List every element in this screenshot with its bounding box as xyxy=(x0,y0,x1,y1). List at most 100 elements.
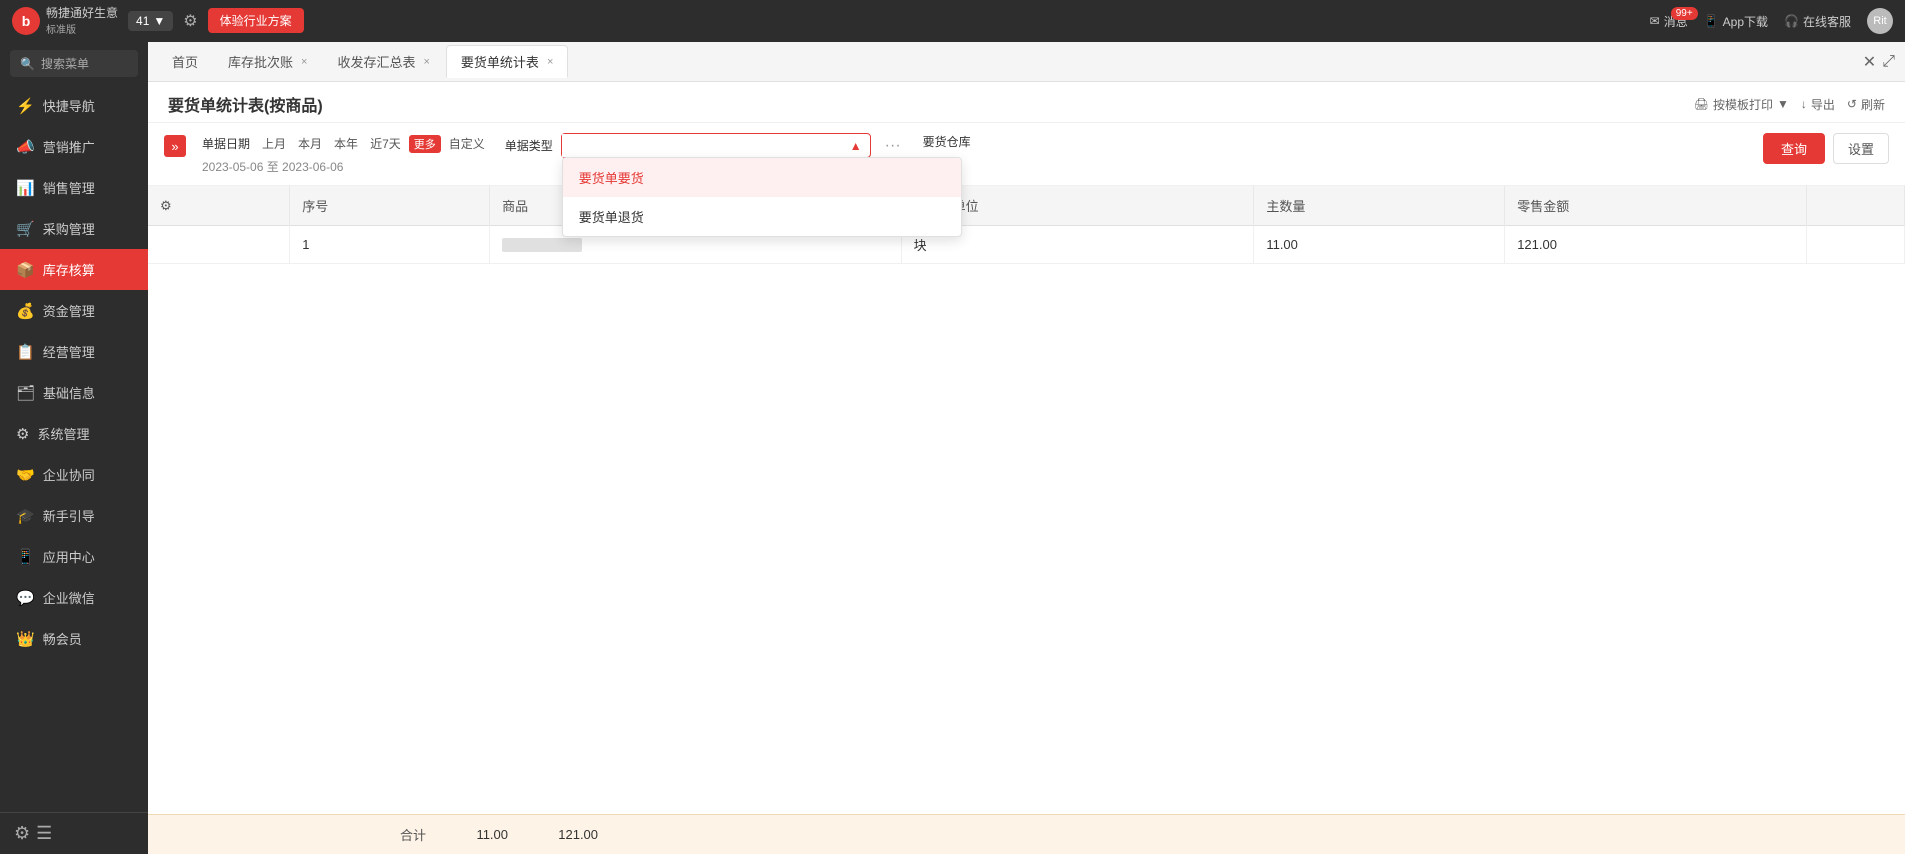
refresh-button[interactable]: ↺ 刷新 xyxy=(1847,96,1885,113)
warehouse-label: 要货仓库 xyxy=(923,133,971,150)
refresh-label: 刷新 xyxy=(1861,96,1885,113)
search-label: 搜索菜单 xyxy=(41,55,89,72)
basic-icon: 🗂 xyxy=(16,384,35,402)
sidebar-item-label: 畅会员 xyxy=(43,629,82,648)
sidebar-item-label: 资金管理 xyxy=(43,301,95,320)
set-button[interactable]: 设置 xyxy=(1833,133,1889,164)
table-header-row: ⚙ 序号 商品 主计量单位 主数量 零售金额 xyxy=(148,186,1905,226)
sidebar-item-member[interactable]: 👑 畅会员 xyxy=(0,618,148,659)
online-service-action[interactable]: 🎧 在线客服 xyxy=(1784,13,1851,30)
expand-button[interactable]: » xyxy=(164,135,186,157)
col-extra xyxy=(1806,186,1904,226)
doc-type-label: 单据类型 xyxy=(505,137,553,154)
finance-icon: 💰 xyxy=(16,302,35,320)
col-settings[interactable]: ⚙ xyxy=(148,186,290,226)
print-dropdown-icon: ▼ xyxy=(1777,97,1789,111)
row-amount: 121.00 xyxy=(1505,226,1807,264)
header-right: ✉ 消息 99+ 📱 App下载 🎧 在线客服 Rit xyxy=(1650,8,1893,34)
wechat-icon: 💬 xyxy=(16,589,35,607)
tab-order-stats[interactable]: 要货单统计表 × xyxy=(446,45,568,78)
tab-home[interactable]: 首页 xyxy=(158,46,212,77)
col-amount: 零售金额 xyxy=(1505,186,1807,226)
member-icon: 👑 xyxy=(16,630,35,648)
row-qty: 11.00 xyxy=(1254,226,1505,264)
sidebar-item-purchase[interactable]: 🛒 采购管理 xyxy=(0,208,148,249)
header-left: b 畅捷通好生意 标准版 41 ▼ ⚙ 体验行业方案 xyxy=(12,6,304,35)
sidebar-item-guide[interactable]: 🎓 新手引导 xyxy=(0,495,148,536)
col-qty: 主数量 xyxy=(1254,186,1505,226)
sidebar-item-wechat[interactable]: 💬 企业微信 xyxy=(0,577,148,618)
sidebar-item-operation[interactable]: 📋 经营管理 xyxy=(0,331,148,372)
tab-close-all-button[interactable]: ✕ xyxy=(1863,52,1876,72)
enterprise-icon: 🤝 xyxy=(16,466,35,484)
app-center-icon: 📱 xyxy=(16,548,35,566)
date-btn-custom[interactable]: 自定义 xyxy=(445,133,489,154)
sidebar: 🔍 搜索菜单 ⚡ 快捷导航 📣 营销推广 📊 销售管理 🛒 采购管理 📦 库存核… xyxy=(0,42,148,854)
tab-receive-summary[interactable]: 收发存汇总表 × xyxy=(323,46,443,77)
marketing-icon: 📣 xyxy=(16,138,35,156)
sidebar-item-app-center[interactable]: 📱 应用中心 xyxy=(0,536,148,577)
message-badge: 99+ xyxy=(1671,7,1698,20)
sidebar-item-system[interactable]: ⚙ 系统管理 xyxy=(0,413,148,454)
sidebar-item-finance[interactable]: 💰 资金管理 xyxy=(0,290,148,331)
date-more-badge[interactable]: 更多 xyxy=(409,135,441,153)
date-btn-up[interactable]: 上月 xyxy=(258,133,290,154)
total-qty: 11.00 xyxy=(438,827,528,842)
sidebar-search[interactable]: 🔍 搜索菜单 xyxy=(10,50,138,77)
company-id: 41 xyxy=(136,14,149,28)
sidebar-item-label: 企业协同 xyxy=(43,465,95,484)
date-label: 单据日期 xyxy=(202,135,250,152)
main-layout: 🔍 搜索菜单 ⚡ 快捷导航 📣 营销推广 📊 销售管理 🛒 采购管理 📦 库存核… xyxy=(0,42,1905,854)
header-settings-button[interactable]: ⚙ xyxy=(183,11,197,31)
tab-order-stats-close[interactable]: × xyxy=(547,56,553,68)
print-button[interactable]: 🖨 按模板打印 ▼ xyxy=(1694,96,1789,113)
sidebar-item-label: 采购管理 xyxy=(43,219,95,238)
sidebar-item-inventory[interactable]: 📦 库存核算 xyxy=(0,249,148,290)
sidebar-item-basic[interactable]: 🗂 基础信息 xyxy=(0,372,148,413)
sidebar-item-sales[interactable]: 📊 销售管理 xyxy=(0,167,148,208)
sidebar-item-label: 系统管理 xyxy=(37,424,89,443)
sidebar-item-marketing[interactable]: 📣 营销推广 xyxy=(0,126,148,167)
print-label: 按模板打印 xyxy=(1713,96,1773,113)
query-button[interactable]: 查询 xyxy=(1763,133,1825,164)
app-name: 畅捷通好生意 xyxy=(46,6,118,20)
doc-type-arrow-icon[interactable]: ▲ xyxy=(842,139,870,153)
date-btn-year[interactable]: 本年 xyxy=(330,133,362,154)
avatar[interactable]: Rit xyxy=(1867,8,1893,34)
tab-batch-account-close[interactable]: × xyxy=(301,56,307,68)
industry-button[interactable]: 体验行业方案 xyxy=(208,8,304,33)
refresh-icon: ↺ xyxy=(1847,97,1857,111)
export-label: 导出 xyxy=(1811,96,1835,113)
sidebar-item-label: 经营管理 xyxy=(43,342,95,361)
date-range: 2023-05-06 至 2023-06-06 xyxy=(202,158,489,175)
date-btn-week7[interactable]: 近7天 xyxy=(366,133,405,154)
company-selector[interactable]: 41 ▼ xyxy=(128,11,173,31)
app-download-action[interactable]: 📱 App下载 xyxy=(1704,13,1768,30)
sidebar-item-quick-nav[interactable]: ⚡ 快捷导航 xyxy=(0,85,148,126)
sidebar-item-label: 企业微信 xyxy=(43,588,95,607)
message-icon: ✉ xyxy=(1650,14,1660,28)
page-title: 要货单统计表(按商品) xyxy=(168,92,323,116)
message-action[interactable]: ✉ 消息 99+ xyxy=(1650,13,1688,30)
app-sub: 标准版 xyxy=(46,21,118,36)
doc-type-more-icon[interactable]: ··· xyxy=(879,137,907,155)
sidebar-settings-button[interactable]: ⚙ xyxy=(14,823,30,844)
dropdown-item-order[interactable]: 要货单要货 xyxy=(563,158,961,197)
table-area: ⚙ 序号 商品 主计量单位 主数量 零售金额 1 xyxy=(148,186,1905,814)
system-icon: ⚙ xyxy=(16,425,29,443)
tab-order-stats-label: 要货单统计表 xyxy=(461,52,539,71)
sidebar-menu-button[interactable]: ☰ xyxy=(36,823,52,844)
content-area: 首页 库存批次账 × 收发存汇总表 × 要货单统计表 × ✕ ⤢ 要货单统计表(… xyxy=(148,42,1905,854)
date-btn-current[interactable]: 本月 xyxy=(294,133,326,154)
doc-type-input[interactable] xyxy=(562,134,842,157)
dropdown-item-return[interactable]: 要货单退货 xyxy=(563,197,961,236)
tab-batch-account[interactable]: 库存批次账 × xyxy=(214,46,321,77)
tab-receive-summary-close[interactable]: × xyxy=(423,56,429,68)
sidebar-item-label: 应用中心 xyxy=(43,547,95,566)
search-icon: 🔍 xyxy=(20,57,35,71)
sidebar-item-enterprise[interactable]: 🤝 企业协同 xyxy=(0,454,148,495)
export-button[interactable]: ↓ 导出 xyxy=(1801,96,1835,113)
tab-batch-account-label: 库存批次账 xyxy=(228,52,293,71)
purchase-icon: 🛒 xyxy=(16,220,35,238)
tab-expand-button[interactable]: ⤢ xyxy=(1882,53,1895,71)
